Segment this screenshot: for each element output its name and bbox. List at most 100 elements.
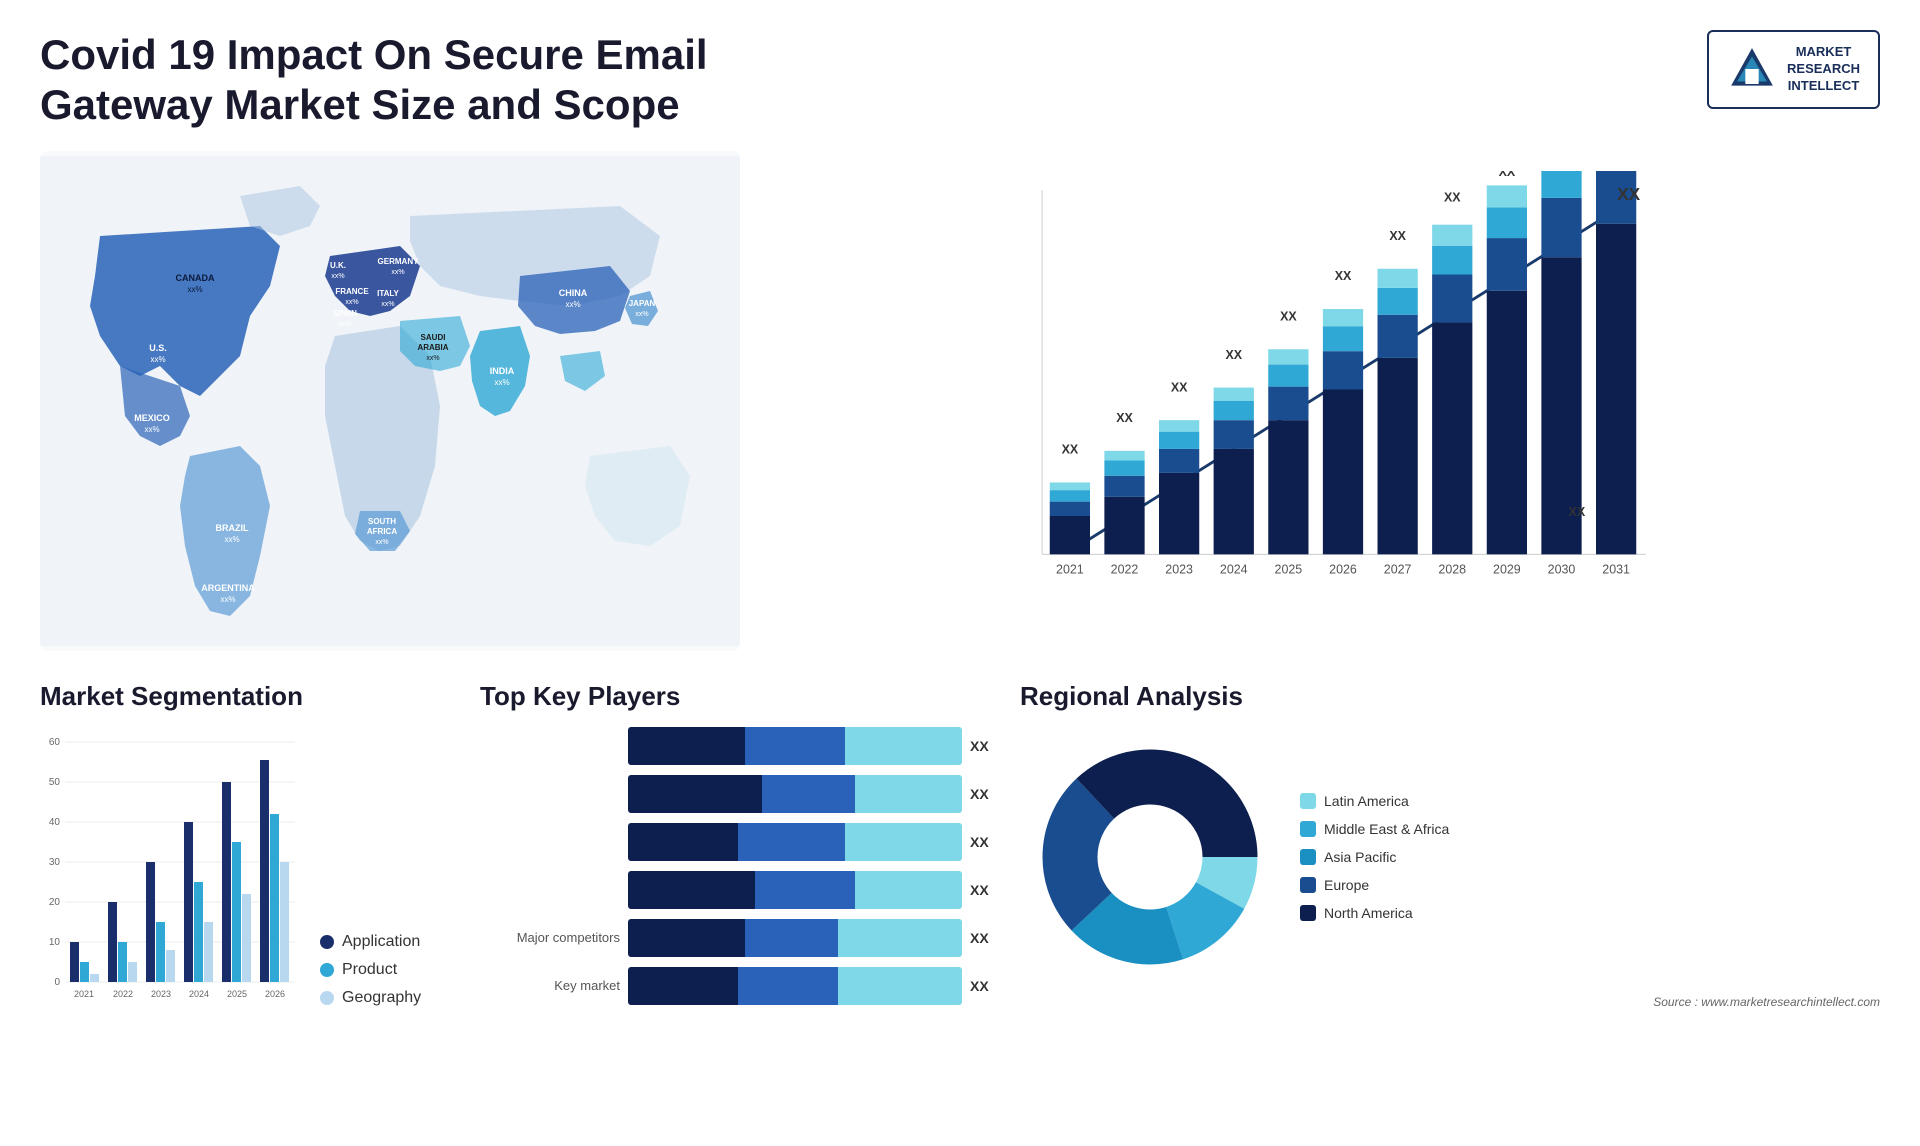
svg-text:xx%: xx% <box>144 425 159 434</box>
svg-text:60: 60 <box>49 737 61 748</box>
player-row-3: XX <box>480 823 1000 861</box>
svg-text:2021: 2021 <box>74 989 94 999</box>
bar-seg2 <box>745 919 839 957</box>
svg-text:XX: XX <box>1280 309 1297 323</box>
seg-legend: Application Product Geography <box>320 933 421 1007</box>
svg-text:2024: 2024 <box>1220 562 1248 576</box>
player-label-5: Major competitors <box>480 930 620 945</box>
segmentation-section: Market Segmentation 0 10 20 30 40 50 60 <box>40 681 460 1061</box>
svg-text:ITALY: ITALY <box>377 289 399 298</box>
regional-section: Regional Analysis <box>1020 681 1880 1061</box>
svg-text:SOUTH: SOUTH <box>368 517 396 526</box>
player-row-5: Major competitors XX <box>480 919 1000 957</box>
player-row-1: XX <box>480 727 1000 765</box>
svg-text:SPAIN: SPAIN <box>333 309 357 318</box>
svg-text:xx%: xx% <box>391 269 404 276</box>
svg-text:2023: 2023 <box>151 989 171 999</box>
svg-text:2024: 2024 <box>189 989 209 999</box>
player-row-6: Key market XX <box>480 967 1000 1005</box>
legend-asia-pacific: Asia Pacific <box>1300 849 1449 865</box>
player-track-3 <box>628 823 962 861</box>
middle-east-africa-label: Middle East & Africa <box>1324 821 1449 837</box>
bar-seg3 <box>838 919 962 957</box>
svg-text:XX: XX <box>1335 269 1352 283</box>
asia-pacific-label: Asia Pacific <box>1324 849 1396 865</box>
player-track-1 <box>628 727 962 765</box>
player-xx-4: XX <box>970 882 1000 898</box>
svg-text:2030: 2030 <box>1548 562 1576 576</box>
legend-geography: Geography <box>320 989 421 1007</box>
svg-text:xx%: xx% <box>565 300 580 309</box>
asia-pacific-dot <box>1300 849 1316 865</box>
player-row-4: XX <box>480 871 1000 909</box>
bottom-section: Market Segmentation 0 10 20 30 40 50 60 <box>40 681 1880 1061</box>
north-america-label: North America <box>1324 905 1413 921</box>
svg-text:xx%: xx% <box>331 273 344 280</box>
svg-text:FRANCE: FRANCE <box>335 287 369 296</box>
svg-text:xx%: xx% <box>338 321 351 328</box>
key-players-title: Top Key Players <box>480 681 1000 712</box>
top-section: CANADA xx% U.S. xx% MEXICO xx% BRAZIL xx… <box>40 151 1880 651</box>
svg-text:CANADA: CANADA <box>176 273 215 283</box>
svg-text:GERMANY: GERMANY <box>378 257 420 266</box>
svg-text:U.K.: U.K. <box>330 261 346 270</box>
bar-seg2 <box>738 823 845 861</box>
svg-text:2027: 2027 <box>1384 562 1412 576</box>
player-track-5 <box>628 919 962 957</box>
logo: MARKET RESEARCH INTELLECT <box>1707 30 1880 109</box>
player-xx-3: XX <box>970 834 1000 850</box>
svg-text:SAUDI: SAUDI <box>421 333 446 342</box>
regional-legend: Latin America Middle East & Africa Asia … <box>1300 793 1449 921</box>
svg-text:CHINA: CHINA <box>559 288 588 298</box>
logo-text: MARKET RESEARCH INTELLECT <box>1787 44 1860 95</box>
svg-text:xx%: xx% <box>635 311 648 318</box>
product-label: Product <box>342 961 397 979</box>
svg-text:XX: XX <box>1116 411 1133 425</box>
svg-text:XX: XX <box>1171 380 1188 394</box>
svg-text:BRAZIL: BRAZIL <box>216 523 249 533</box>
bar-seg3 <box>855 775 962 813</box>
bar-seg1 <box>628 967 738 1005</box>
svg-text:2028: 2028 <box>1438 562 1466 576</box>
bar-chart-svg: XX 2021 XX 2022 XX 2023 <box>780 171 1860 631</box>
bar-seg1 <box>628 823 738 861</box>
bar-seg3 <box>845 823 962 861</box>
latin-america-label: Latin America <box>1324 793 1409 809</box>
player-row-2: XX <box>480 775 1000 813</box>
svg-text:XX: XX <box>1444 190 1461 204</box>
svg-text:2022: 2022 <box>113 989 133 999</box>
svg-text:2025: 2025 <box>227 989 247 999</box>
svg-text:xx%: xx% <box>187 285 202 294</box>
svg-text:30: 30 <box>49 857 61 868</box>
page-container: Covid 19 Impact On Secure Email Gateway … <box>0 0 1920 1146</box>
regional-content: Latin America Middle East & Africa Asia … <box>1020 727 1880 987</box>
svg-text:2026: 2026 <box>1329 562 1357 576</box>
bar-seg2 <box>745 727 845 765</box>
logo-icon <box>1727 44 1777 94</box>
svg-text:ARGENTINA: ARGENTINA <box>201 583 255 593</box>
source-text: Source : www.marketresearchintellect.com <box>1020 995 1880 1009</box>
europe-dot <box>1300 877 1316 893</box>
svg-text:AFRICA: AFRICA <box>367 527 397 536</box>
bar-seg2 <box>755 871 855 909</box>
svg-text:xx%: xx% <box>381 301 394 308</box>
bar-seg3 <box>845 727 962 765</box>
page-title: Covid 19 Impact On Secure Email Gateway … <box>40 30 740 131</box>
north-america-dot <box>1300 905 1316 921</box>
svg-text:50: 50 <box>49 777 61 788</box>
latin-america-dot <box>1300 793 1316 809</box>
key-players-section: Top Key Players XX <box>480 681 1000 1061</box>
legend-product: Product <box>320 961 421 979</box>
svg-text:2025: 2025 <box>1275 562 1303 576</box>
svg-text:2022: 2022 <box>1111 562 1139 576</box>
legend-middle-east-africa: Middle East & Africa <box>1300 821 1449 837</box>
legend-application: Application <box>320 933 421 951</box>
player-track-6 <box>628 967 962 1005</box>
map-container: CANADA xx% U.S. xx% MEXICO xx% BRAZIL xx… <box>40 151 740 651</box>
bar-seg1 <box>628 871 755 909</box>
players-chart: XX XX <box>480 727 1000 1005</box>
application-label: Application <box>342 933 420 951</box>
svg-text:XX: XX <box>1499 171 1516 179</box>
svg-text:10: 10 <box>49 937 61 948</box>
svg-text:XX: XX <box>1617 184 1641 204</box>
